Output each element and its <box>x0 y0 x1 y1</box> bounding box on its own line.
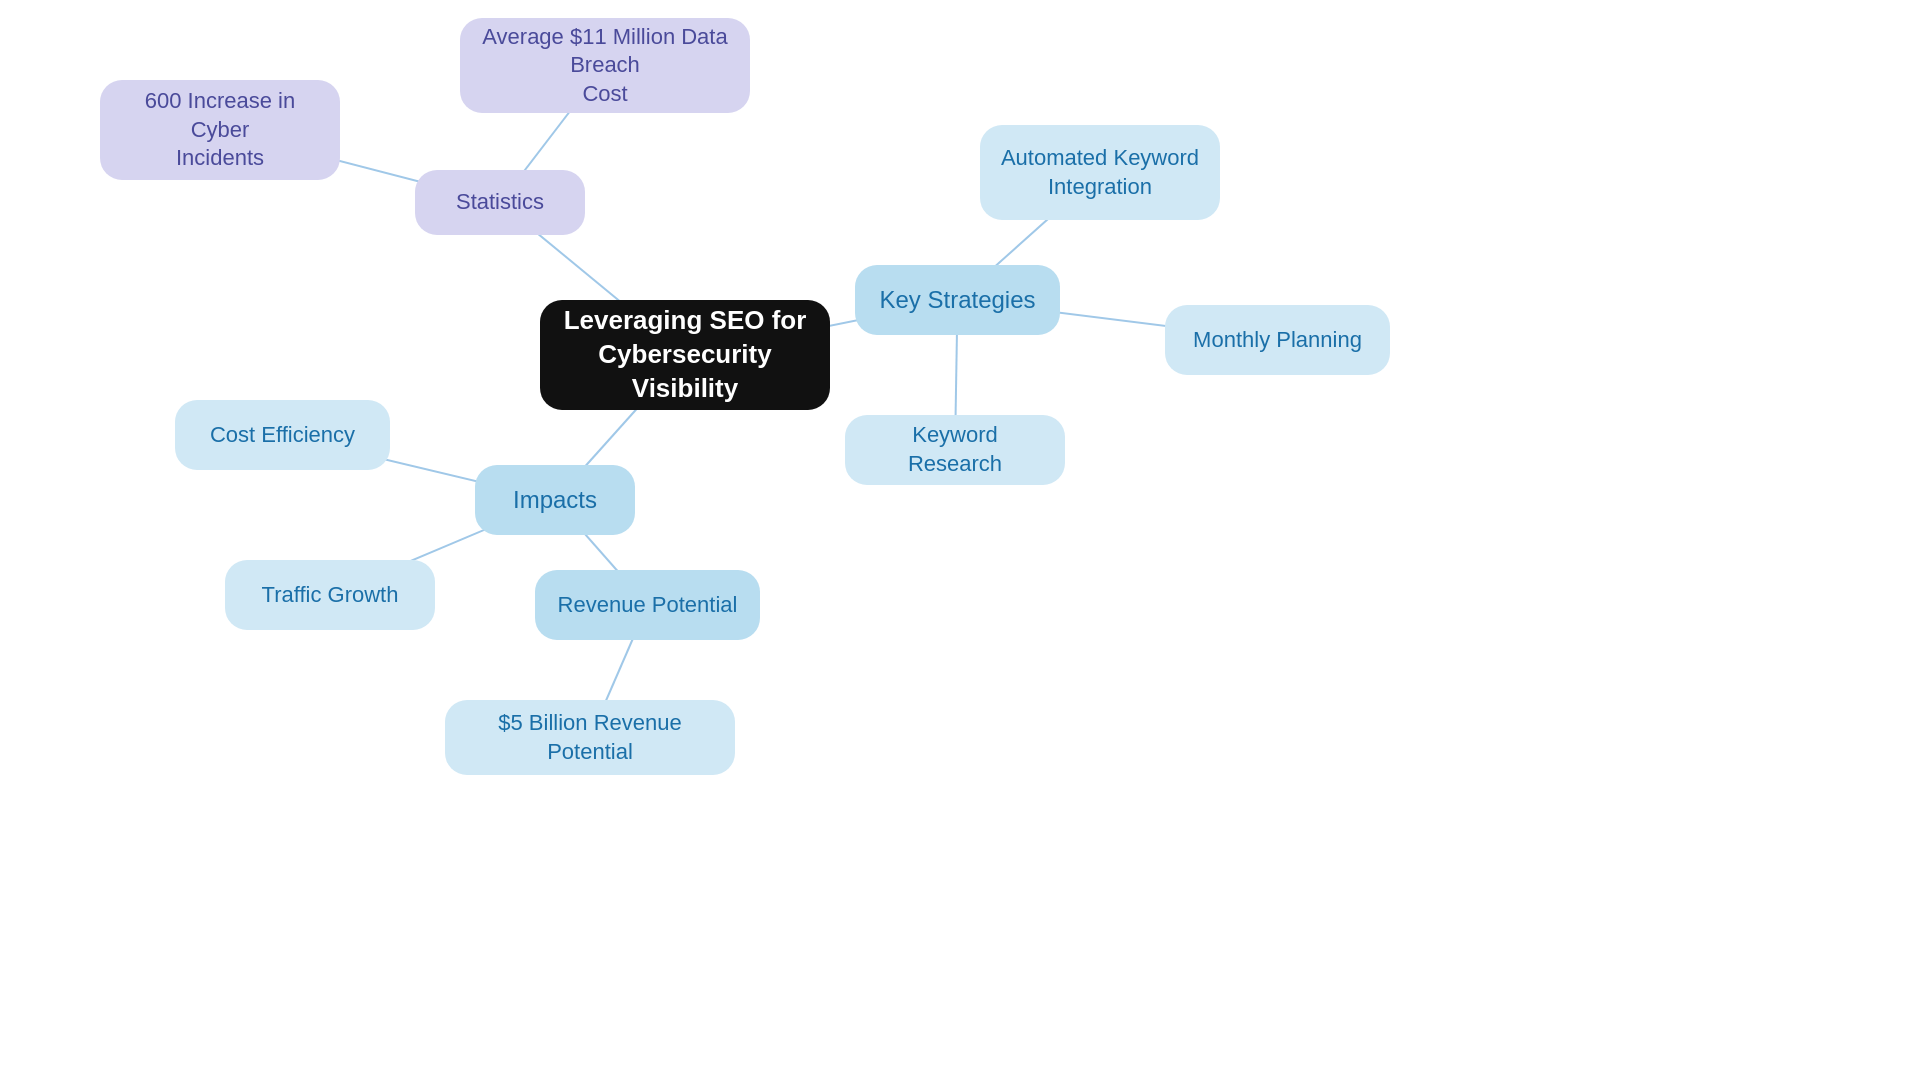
5b-revenue-node: $5 Billion Revenue Potential <box>445 700 735 775</box>
revenue-potential-node: Revenue Potential <box>535 570 760 640</box>
keyword-research-node: Keyword Research <box>845 415 1065 485</box>
traffic-growth-node: Traffic Growth <box>225 560 435 630</box>
center-node: Leveraging SEO for Cybersecurity Visibil… <box>540 300 830 410</box>
cyber-incidents-node: 600 Increase in Cyber Incidents <box>100 80 340 180</box>
data-breach-node: Average $11 Million Data Breach Cost <box>460 18 750 113</box>
impacts-node: Impacts <box>475 465 635 535</box>
statistics-node: Statistics <box>415 170 585 235</box>
automated-keyword-node: Automated Keyword Integration <box>980 125 1220 220</box>
monthly-planning-node: Monthly Planning <box>1165 305 1390 375</box>
key-strategies-node: Key Strategies <box>855 265 1060 335</box>
cost-efficiency-node: Cost Efficiency <box>175 400 390 470</box>
